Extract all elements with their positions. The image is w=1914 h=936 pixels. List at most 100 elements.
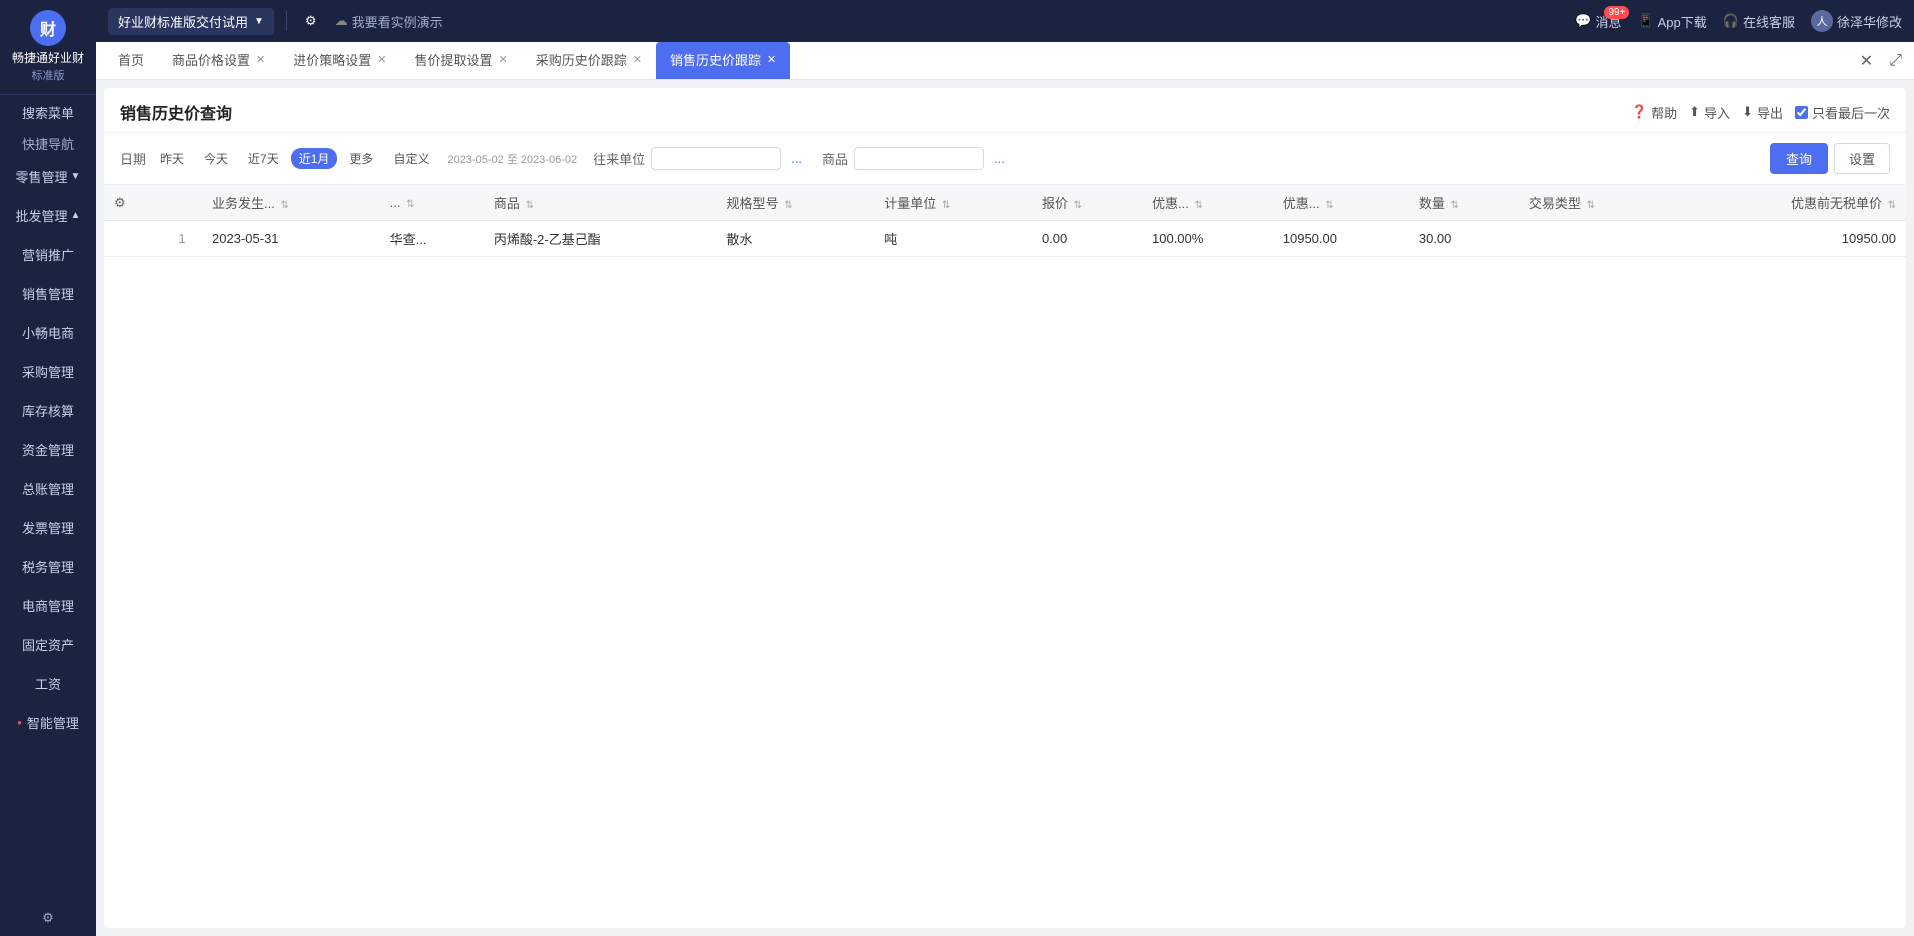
product-label: 商品: [822, 149, 848, 168]
tab-sales-history[interactable]: 销售历史价跟踪 ✕: [656, 42, 790, 79]
sidebar-item-tax[interactable]: 税务管理: [0, 547, 96, 586]
smart-dot-icon: ●: [17, 718, 22, 727]
product-filter-group: 商品 ...: [822, 147, 1009, 170]
product-dots[interactable]: ...: [990, 151, 1009, 166]
tab-purchase-history[interactable]: 采购历史价跟踪 ✕: [522, 42, 656, 79]
table-settings-icon[interactable]: ⚙: [114, 195, 126, 210]
sidebar-item-assets[interactable]: 固定资产: [0, 625, 96, 664]
sidebar-item-retail[interactable]: 零售管理 ▼: [0, 157, 96, 196]
tabbar: 首页 商品价格设置 ✕ 进价策略设置 ✕ 售价提取设置 ✕ 采购历史价跟踪 ✕ …: [96, 42, 1914, 80]
page-header-actions: ❓ 帮助 ⬆ 导入 ⬇ 导出 只看最后一次: [1631, 103, 1890, 122]
date-opt-more[interactable]: 更多: [341, 148, 381, 169]
data-table: ⚙ 业务发生... ⇅ ... ⇅ 商品 ⇅: [104, 185, 1906, 257]
cell-pretax-price: 10950.00: [1677, 221, 1906, 257]
sidebar-item-ledger[interactable]: 总账管理: [0, 469, 96, 508]
col-price[interactable]: 报价 ⇅: [1032, 185, 1142, 221]
sidebar-item-purchase[interactable]: 采购管理: [0, 352, 96, 391]
tab-maximize-btn[interactable]: ⤢: [1885, 50, 1906, 72]
settings-icon: ⚙: [305, 13, 317, 29]
export-icon: ⬇: [1742, 104, 1753, 120]
demo-icon: ☁: [335, 13, 348, 29]
messages-badge: 99+: [1604, 6, 1629, 19]
incoming-unit-input[interactable]: [651, 147, 781, 170]
table-header-row: ⚙ 业务发生... ⇅ ... ⇅ 商品 ⇅: [104, 185, 1906, 221]
sidebar-item-ecommerce[interactable]: 电商管理: [0, 586, 96, 625]
query-btn[interactable]: 查询: [1770, 143, 1828, 174]
question-icon: ❓: [1631, 104, 1647, 120]
sidebar-item-wholesale[interactable]: 批发管理 ▲: [0, 196, 96, 235]
incoming-unit-label: 往来单位: [593, 149, 645, 168]
col-pretax-price[interactable]: 优惠前无税单价 ⇅: [1677, 185, 1906, 221]
sidebar-settings-btn[interactable]: ⚙: [0, 900, 96, 936]
demo-link[interactable]: ☁ 我要看实例演示: [335, 12, 443, 31]
col-biz-date[interactable]: 业务发生... ⇅: [202, 185, 380, 221]
col-spec[interactable]: 规格型号 ⇅: [716, 185, 874, 221]
product-input[interactable]: [854, 147, 984, 170]
tab-close-purchase-history[interactable]: ✕: [633, 53, 642, 66]
product-selector[interactable]: 好业财标准版交付试用 ▼: [108, 8, 274, 35]
tab-price-extract[interactable]: 售价提取设置 ✕: [400, 42, 521, 79]
table-row: 1 2023-05-31 华查... 丙烯酸-2-乙基己酯 散水 吨 0.00 …: [104, 221, 1906, 257]
help-btn[interactable]: ❓ 帮助: [1631, 103, 1677, 122]
user-menu[interactable]: 人 徐泽华修改: [1811, 10, 1902, 32]
col-trans-type[interactable]: 交易类型 ⇅: [1519, 185, 1677, 221]
date-opt-custom[interactable]: 自定义: [385, 148, 437, 169]
cell-unit: 吨: [874, 221, 1032, 257]
sidebar-quick-nav[interactable]: 快捷导航: [0, 130, 96, 157]
tab-price-settings[interactable]: 商品价格设置 ✕: [158, 42, 279, 79]
only-last-input[interactable]: [1795, 106, 1808, 119]
filter-bar: 日期 昨天 今天 近7天 近1月 更多 自定义 2023-05-02 至 202…: [104, 133, 1906, 185]
cell-extra: 华查...: [380, 221, 484, 257]
sidebar-item-marketing[interactable]: 营销推广: [0, 235, 96, 274]
col-unit[interactable]: 计量单位 ⇅: [874, 185, 1032, 221]
sidebar-item-payroll[interactable]: 工资: [0, 664, 96, 703]
cell-discount-rate: 100.00%: [1142, 221, 1273, 257]
only-last-checkbox[interactable]: 只看最后一次: [1795, 103, 1890, 122]
sidebar-item-smart[interactable]: ● 智能管理: [0, 703, 96, 742]
settings-btn[interactable]: ⚙: [299, 9, 323, 33]
date-opt-yesterday[interactable]: 昨天: [152, 148, 192, 169]
sidebar-item-inventory[interactable]: 库存核算: [0, 391, 96, 430]
sort-icon-discount-rate: ⇅: [1194, 200, 1202, 211]
sidebar: 财 畅捷通好业财 标准版 搜索菜单 快捷导航 零售管理 ▼ 批发管理 ▲ 营销推…: [0, 0, 96, 936]
tab-home[interactable]: 首页: [104, 42, 158, 79]
date-opt-last7days[interactable]: 近7天: [240, 148, 287, 169]
settings-config-btn[interactable]: 设置: [1834, 143, 1890, 174]
sort-icon-extra: ⇅: [406, 199, 414, 210]
sort-icon-trans-type: ⇅: [1587, 200, 1595, 211]
tab-close-price-extract[interactable]: ✕: [499, 53, 508, 66]
sort-icon-quantity: ⇅: [1451, 200, 1459, 211]
tab-right-actions: ✕ ⤢: [1856, 49, 1906, 73]
col-discount-rate[interactable]: 优惠... ⇅: [1142, 185, 1273, 221]
col-quantity[interactable]: 数量 ⇅: [1409, 185, 1519, 221]
sidebar-item-invoice[interactable]: 发票管理: [0, 508, 96, 547]
sort-icon-pretax-price: ⇅: [1888, 200, 1896, 211]
phone-icon: 📱: [1637, 13, 1653, 29]
col-product[interactable]: 商品 ⇅: [484, 185, 717, 221]
date-opt-today[interactable]: 今天: [196, 148, 236, 169]
date-opt-last1month[interactable]: 近1月: [291, 148, 338, 169]
tab-close-purchase-strategy[interactable]: ✕: [377, 53, 386, 66]
tab-close-window-btn[interactable]: ✕: [1856, 49, 1877, 73]
online-service-btn[interactable]: 🎧 在线客服: [1723, 12, 1795, 31]
tab-close-sales-history[interactable]: ✕: [767, 53, 776, 66]
date-range-display: 2023-05-02 至 2023-06-02: [447, 151, 577, 167]
incoming-unit-dots[interactable]: ...: [787, 151, 806, 166]
tab-purchase-strategy[interactable]: 进价策略设置 ✕: [279, 42, 400, 79]
messages-btn[interactable]: 💬 消息 99+: [1575, 12, 1621, 31]
sidebar-search[interactable]: 搜索菜单: [0, 95, 96, 130]
product-name: 好业财标准版交付试用: [118, 12, 248, 31]
sidebar-item-finance[interactable]: 资金管理: [0, 430, 96, 469]
col-extra[interactable]: ... ⇅: [380, 185, 484, 221]
col-discount-price[interactable]: 优惠... ⇅: [1273, 185, 1409, 221]
app-download-btn[interactable]: 📱 App下载: [1637, 12, 1706, 31]
retail-arrow-icon: ▼: [71, 171, 81, 182]
sidebar-item-xiaochangec[interactable]: 小畅电商: [0, 313, 96, 352]
col-settings[interactable]: ⚙: [104, 185, 162, 221]
export-btn[interactable]: ⬇ 导出: [1742, 103, 1783, 122]
import-btn[interactable]: ⬆ 导入: [1689, 103, 1730, 122]
tab-close-price-settings[interactable]: ✕: [256, 53, 265, 66]
sidebar-item-sales[interactable]: 销售管理: [0, 274, 96, 313]
date-options: 昨天 今天 近7天 近1月 更多 自定义: [152, 148, 437, 169]
cell-spec: 散水: [716, 221, 874, 257]
